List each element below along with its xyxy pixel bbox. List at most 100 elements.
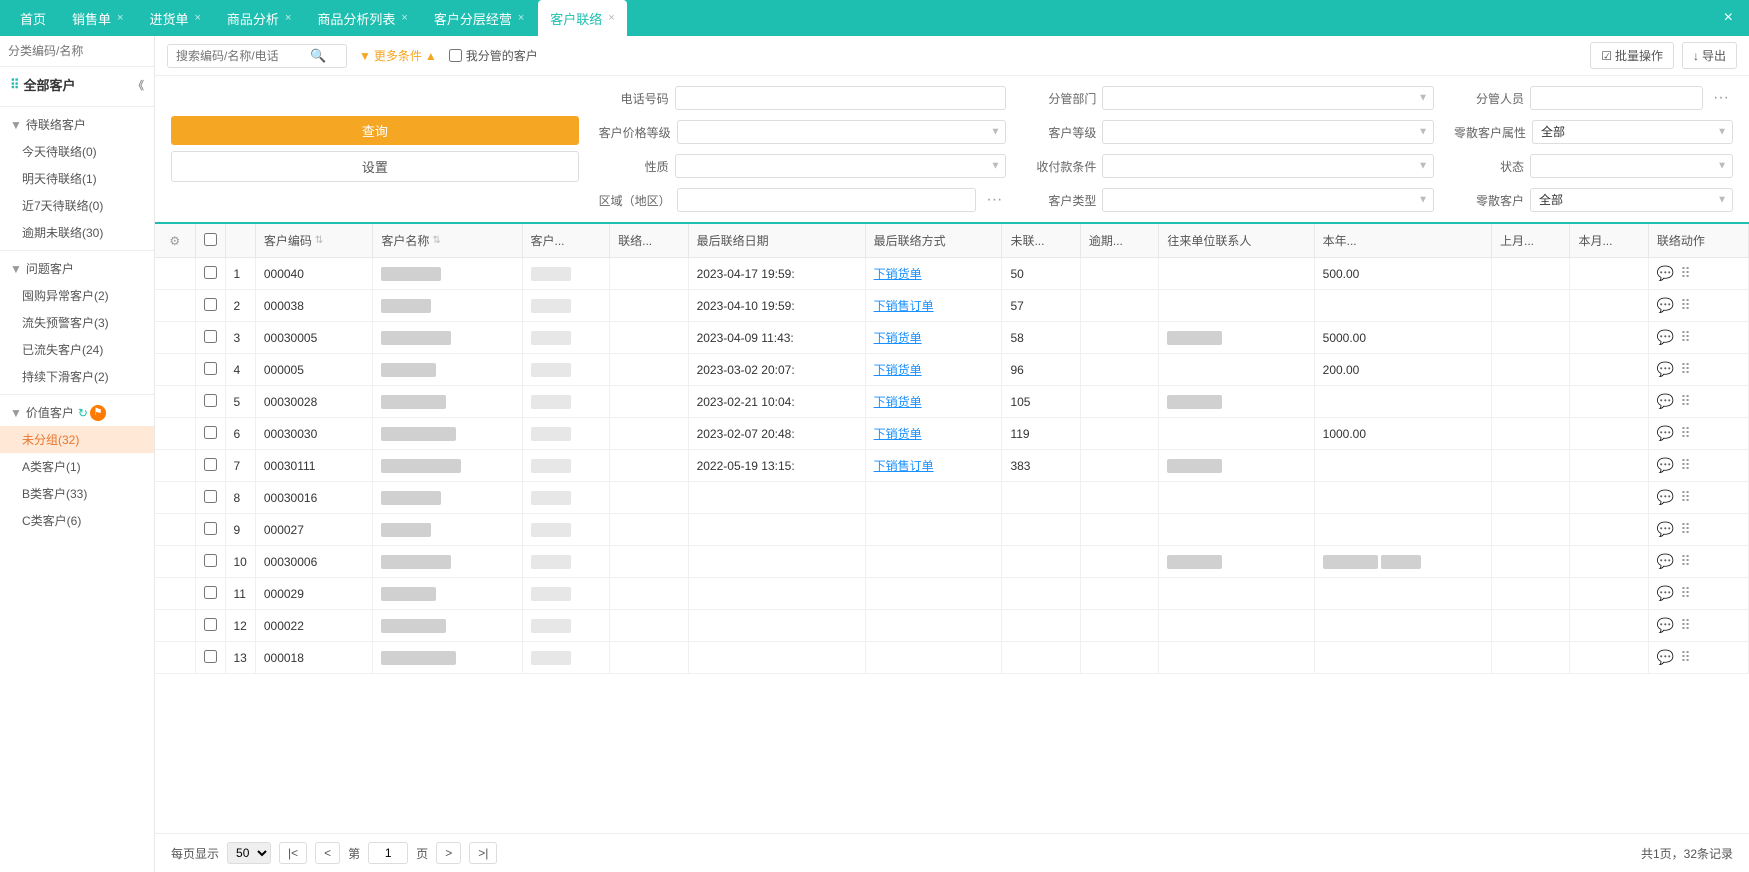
more-action-icon[interactable]: ⠿ xyxy=(1680,393,1690,410)
more-action-icon[interactable]: ⠿ xyxy=(1680,457,1690,474)
row-checkbox[interactable] xyxy=(195,450,225,482)
last-way-link[interactable]: 下销货单 xyxy=(874,427,922,441)
last-way-link[interactable]: 下销售订单 xyxy=(874,299,934,313)
col-last-date[interactable]: 最后联络日期 xyxy=(688,224,865,258)
last-way-link[interactable]: 下销货单 xyxy=(874,363,922,377)
row-check-7[interactable] xyxy=(204,490,217,503)
settings-gear-icon[interactable]: ⚙ xyxy=(169,234,180,248)
tab-close-icon[interactable]: × xyxy=(285,12,291,24)
more-action-icon[interactable]: ⠿ xyxy=(1680,617,1690,634)
row-checkbox[interactable] xyxy=(195,514,225,546)
row-checkbox[interactable] xyxy=(195,482,225,514)
last-way-link[interactable]: 下销售订单 xyxy=(874,459,934,473)
per-page-select[interactable]: 50 xyxy=(227,842,271,864)
row-check-12[interactable] xyxy=(204,650,217,663)
more-action-icon[interactable]: ⠿ xyxy=(1680,489,1690,506)
scattered-attr-select[interactable]: 全部 xyxy=(1532,120,1733,144)
last-way-link[interactable]: 下销货单 xyxy=(874,267,922,281)
tab-close-icon[interactable]: × xyxy=(401,12,407,24)
contact-phone-icon[interactable]: 💬 xyxy=(1657,649,1674,666)
row-checkbox[interactable] xyxy=(195,322,225,354)
col-type[interactable]: 客户... xyxy=(522,224,610,258)
contact-phone-icon[interactable]: 💬 xyxy=(1657,553,1674,570)
row-checkbox[interactable] xyxy=(195,354,225,386)
sidebar-item-0-2[interactable]: 近7天待联络(0) xyxy=(0,192,154,219)
customer-level-select[interactable] xyxy=(1102,120,1434,144)
row-check-1[interactable] xyxy=(204,298,217,311)
row-checkbox[interactable] xyxy=(195,418,225,450)
contact-phone-icon[interactable]: 💬 xyxy=(1657,329,1674,346)
sidebar-item-2-0[interactable]: 未分组(32) xyxy=(0,426,154,453)
first-page-btn[interactable]: |< xyxy=(279,842,307,864)
more-action-icon[interactable]: ⠿ xyxy=(1680,585,1690,602)
all-customers-header[interactable]: ⠿ 全部客户 《 xyxy=(0,67,154,102)
sidebar-item-1-3[interactable]: 持续下滑客户(2) xyxy=(0,363,154,390)
contact-phone-icon[interactable]: 💬 xyxy=(1657,361,1674,378)
sidebar-item-2-1[interactable]: A类客户(1) xyxy=(0,453,154,480)
row-check-10[interactable] xyxy=(204,586,217,599)
status-select[interactable] xyxy=(1530,154,1733,178)
query-btn[interactable]: 查询 xyxy=(171,116,579,145)
col-unit-contact[interactable]: 往来单位联系人 xyxy=(1159,224,1314,258)
tab-close-icon[interactable]: × xyxy=(194,12,200,24)
more-action-icon[interactable]: ⠿ xyxy=(1680,329,1690,346)
row-check-0[interactable] xyxy=(204,266,217,279)
select-all-checkbox[interactable] xyxy=(204,233,217,246)
export-btn[interactable]: ↓ 导出 xyxy=(1682,42,1737,69)
row-check-2[interactable] xyxy=(204,330,217,343)
col-contact[interactable]: 联络... xyxy=(610,224,688,258)
sidebar-item-1-2[interactable]: 已流失客户(24) xyxy=(0,336,154,363)
price-level-select[interactable] xyxy=(677,120,1007,144)
dept-select[interactable] xyxy=(1102,86,1434,110)
row-check-11[interactable] xyxy=(204,618,217,631)
last-page-btn[interactable]: >| xyxy=(469,842,497,864)
current-page-input[interactable] xyxy=(368,842,408,864)
row-check-8[interactable] xyxy=(204,522,217,535)
scattered-customer-select[interactable]: 全部 xyxy=(1530,188,1733,212)
tab-close-icon[interactable]: × xyxy=(518,12,524,24)
col-last-month[interactable]: 上月... xyxy=(1492,224,1570,258)
customer-type-select[interactable] xyxy=(1102,188,1434,212)
row-checkbox[interactable] xyxy=(195,642,225,674)
more-conditions-btn[interactable]: ▼ 更多条件 ▲ xyxy=(359,47,437,64)
col-this-year[interactable]: 本年... xyxy=(1314,224,1491,258)
refresh-icon[interactable]: ↻ xyxy=(78,406,88,420)
contact-phone-icon[interactable]: 💬 xyxy=(1657,489,1674,506)
sidebar-search-bar[interactable]: 🔍 xyxy=(0,36,154,67)
sidebar-group-2[interactable]: ▼ 价值客户↻⚑ xyxy=(0,399,154,426)
contact-phone-icon[interactable]: 💬 xyxy=(1657,521,1674,538)
nav-tab-商品分析[interactable]: 商品分析× xyxy=(215,0,303,36)
manager-input[interactable] xyxy=(1530,86,1703,110)
more-action-icon[interactable]: ⠿ xyxy=(1680,649,1690,666)
row-check-9[interactable] xyxy=(204,554,217,567)
my-customers-checkbox[interactable]: 我分管的客户 xyxy=(449,47,538,64)
more-action-icon[interactable]: ⠿ xyxy=(1680,361,1690,378)
col-checkbox[interactable] xyxy=(195,224,225,258)
row-checkbox[interactable] xyxy=(195,546,225,578)
tab-close-icon[interactable]: × xyxy=(608,12,614,24)
region-dots-btn[interactable]: ··· xyxy=(982,191,1006,209)
col-code[interactable]: 客户编码 ⇅ xyxy=(255,224,372,258)
payment-select[interactable] xyxy=(1102,154,1434,178)
sidebar-item-1-0[interactable]: 囤购异常客户(2) xyxy=(0,282,154,309)
row-check-5[interactable] xyxy=(204,426,217,439)
col-overdue[interactable]: 逾期... xyxy=(1080,224,1158,258)
sidebar-item-0-0[interactable]: 今天待联络(0) xyxy=(0,138,154,165)
my-customers-check[interactable] xyxy=(449,49,462,62)
sidebar-item-2-3[interactable]: C类客户(6) xyxy=(0,507,154,534)
sidebar-item-0-3[interactable]: 逾期未联络(30) xyxy=(0,219,154,246)
more-action-icon[interactable]: ⠿ xyxy=(1680,521,1690,538)
contact-phone-icon[interactable]: 💬 xyxy=(1657,265,1674,282)
tab-close-icon[interactable]: × xyxy=(117,12,123,24)
row-checkbox[interactable] xyxy=(195,386,225,418)
col-name[interactable]: 客户名称 ⇅ xyxy=(373,224,522,258)
contact-phone-icon[interactable]: 💬 xyxy=(1657,297,1674,314)
sidebar-item-1-1[interactable]: 流失预警客户(3) xyxy=(0,309,154,336)
prev-page-btn[interactable]: < xyxy=(315,842,340,864)
contact-phone-icon[interactable]: 💬 xyxy=(1657,457,1674,474)
batch-operation-btn[interactable]: ☑ 批量操作 xyxy=(1590,42,1674,69)
row-checkbox[interactable] xyxy=(195,610,225,642)
col-this-month[interactable]: 本月... xyxy=(1570,224,1648,258)
nav-tab-商品分析列表[interactable]: 商品分析列表× xyxy=(305,0,419,36)
more-action-icon[interactable]: ⠿ xyxy=(1680,297,1690,314)
